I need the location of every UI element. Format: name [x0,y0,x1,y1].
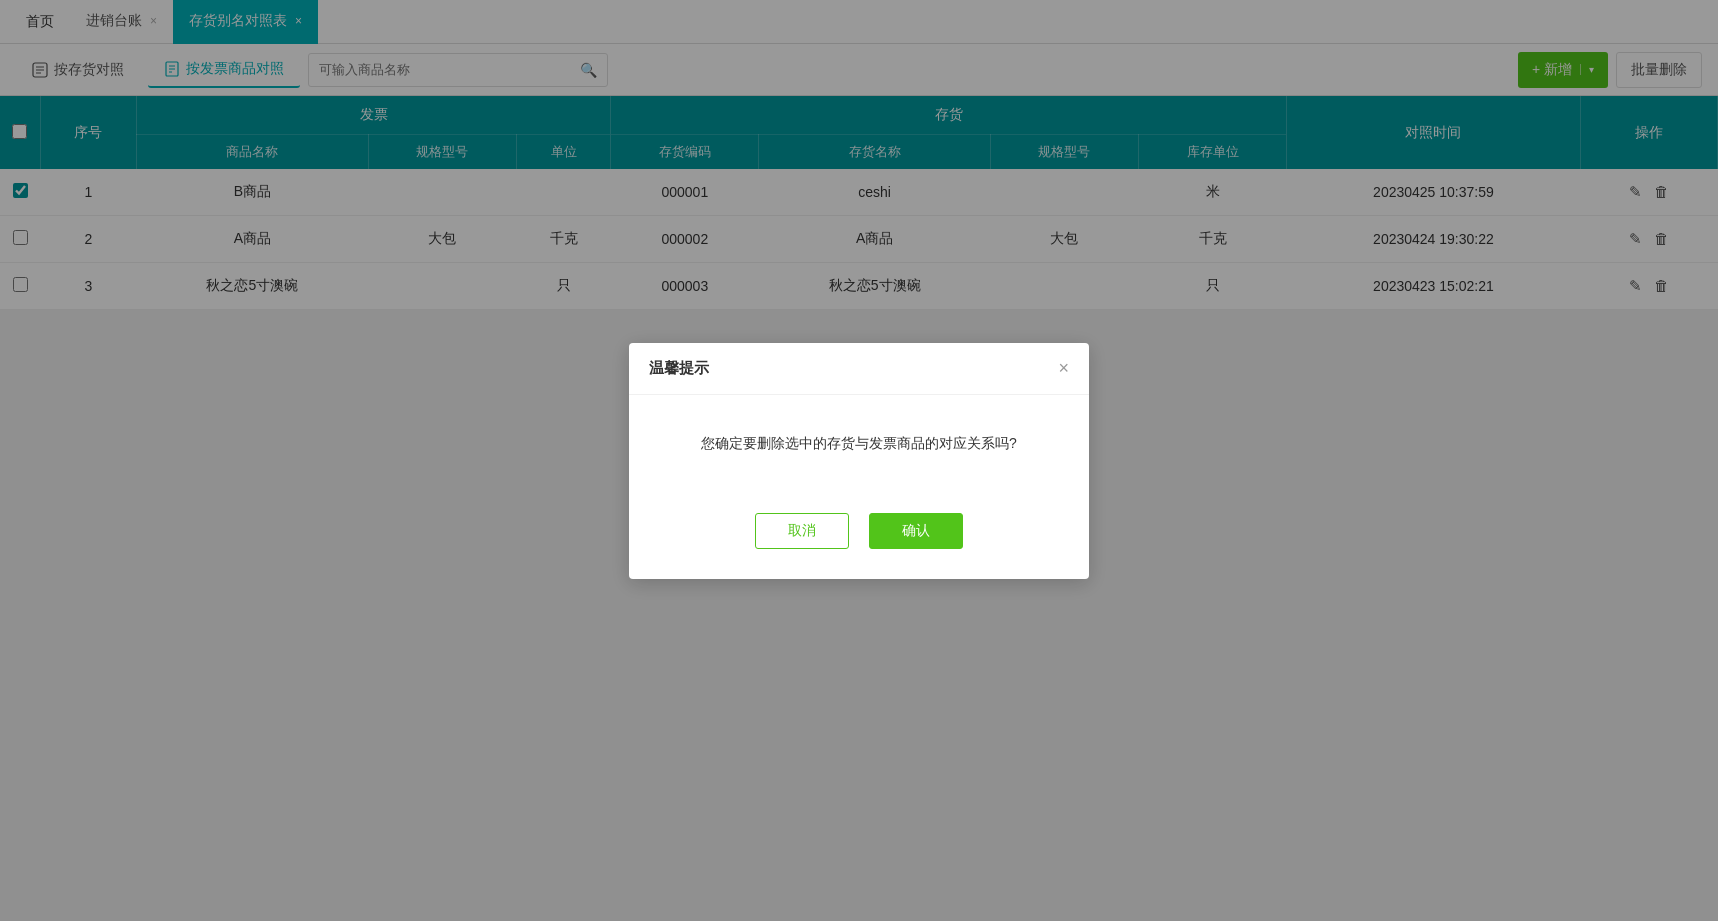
dialog-overlay[interactable]: 温馨提示 × 您确定要删除选中的存货与发票商品的对应关系吗? 取消 确认 [0,0,1718,310]
